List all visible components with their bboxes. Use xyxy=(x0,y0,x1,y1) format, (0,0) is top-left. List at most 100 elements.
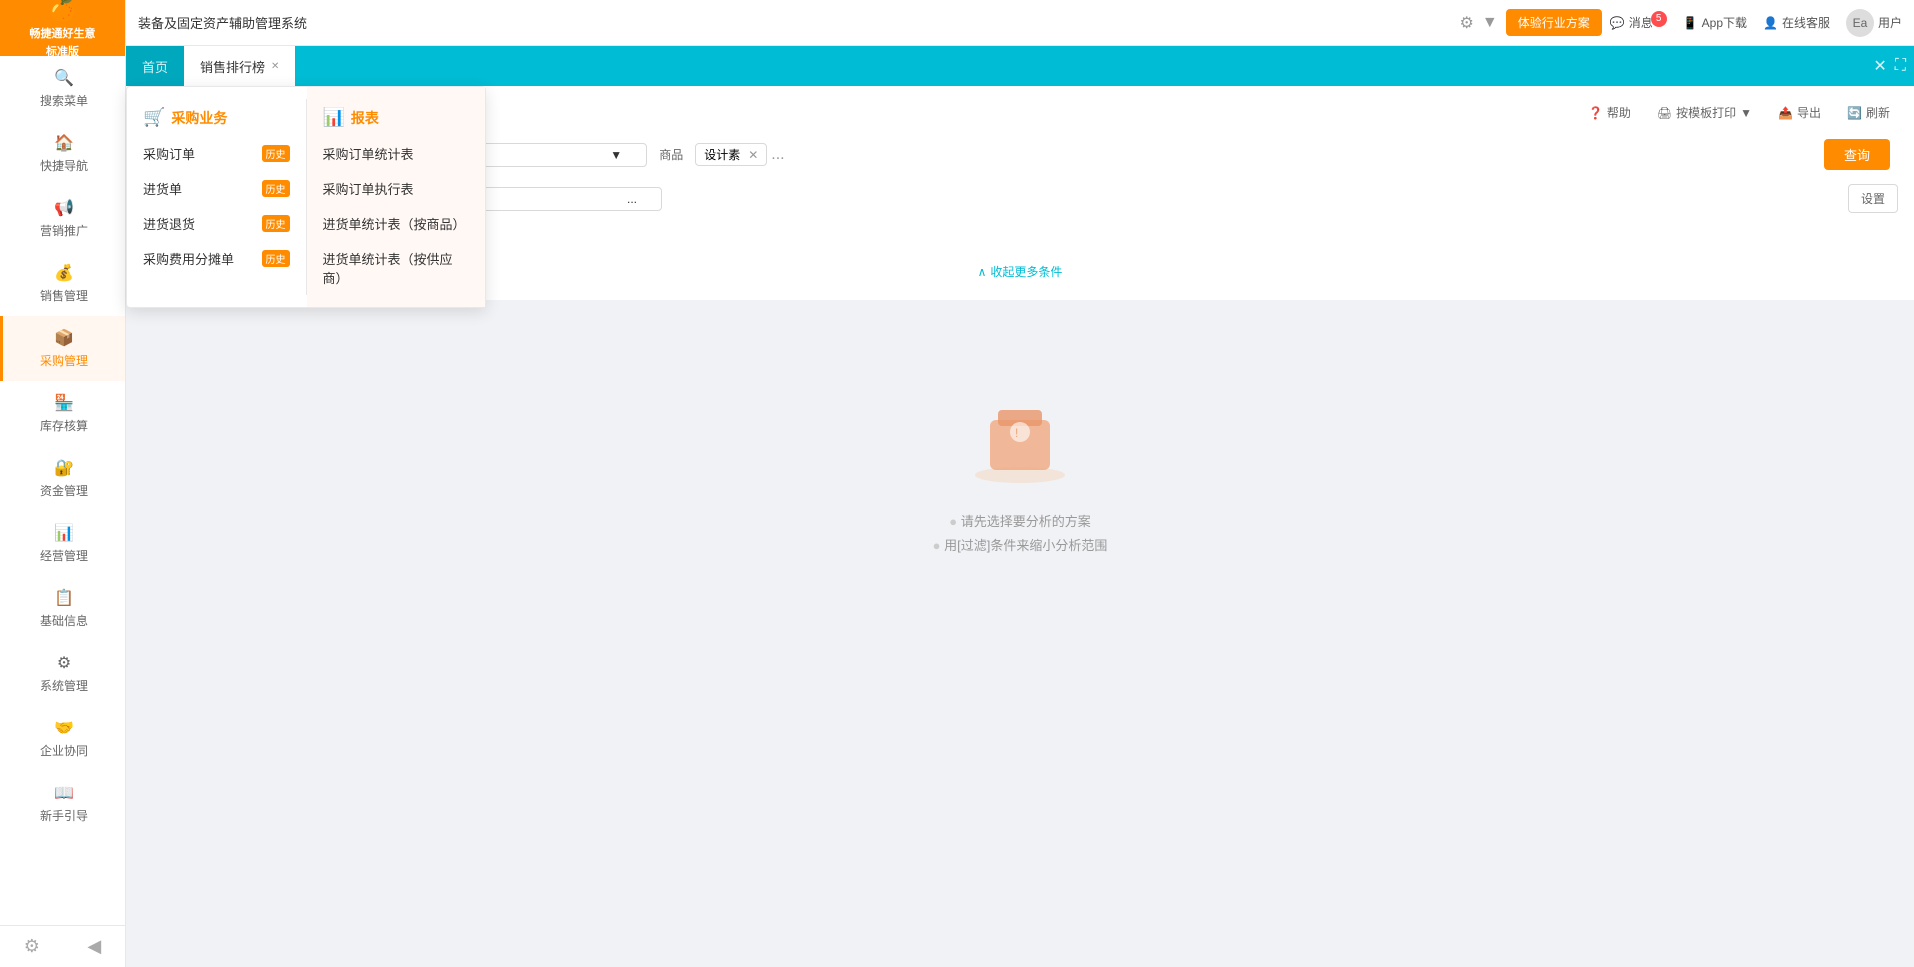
inbound-stats-goods-label: 进货单统计表（按商品） xyxy=(323,214,466,233)
help-icon: ❓ xyxy=(1588,106,1603,120)
dropdown-item-inbound-stats-supplier[interactable]: 进货单统计表（按供应商） xyxy=(307,241,486,295)
tab-close-all-icon[interactable]: ✕ xyxy=(1873,56,1886,76)
sidebar: 🍊 畅捷通好生意 标准版 🔍 搜索菜单 🏠 快捷导航 📢 营销推广 💰 销售管理… xyxy=(0,0,126,967)
sidebar-collapse-icon[interactable]: ◀ xyxy=(87,936,101,957)
sidebar-label-guide: 新手引导 xyxy=(40,807,88,824)
sidebar-icon-basic: 📋 xyxy=(54,588,74,608)
empty-icon-svg: ! xyxy=(960,390,1080,490)
dropdown-menu: 🛒 采购业务 采购订单 历史 进货单 历史 进货退货 历史 采购费用分摊单 历史… xyxy=(126,86,486,308)
dropdown-item-inbound[interactable]: 进货单 历史 xyxy=(127,171,306,206)
logo-text: 畅捷通好生意 xyxy=(30,25,96,41)
sidebar-item-inventory[interactable]: 🏪 库存核算 xyxy=(0,381,125,446)
header-gear-icon[interactable]: ⚙ xyxy=(1460,13,1474,33)
dropdown-item-inbound-stats-goods[interactable]: 进货单统计表（按商品） xyxy=(307,206,486,241)
print-dropdown-icon: ▼ xyxy=(1740,106,1752,120)
sidebar-item-marketing[interactable]: 📢 营销推广 xyxy=(0,186,125,251)
tab-home[interactable]: 首页 xyxy=(126,46,184,86)
document-status-dropdown-icon: ▼ xyxy=(610,148,622,162)
goods-more[interactable]: ... xyxy=(771,146,784,164)
tab-sales-rank[interactable]: 销售排行榜 ✕ xyxy=(184,46,295,86)
header-title: 装备及固定资产辅助管理系统 xyxy=(138,13,1452,32)
sidebar-item-guide[interactable]: 📖 新手引导 xyxy=(0,771,125,836)
tab-expand-icon[interactable]: ⛶ xyxy=(1895,57,1906,75)
sidebar-icon-quicknav: 🏠 xyxy=(54,133,74,153)
header: 装备及固定资产辅助管理系统 ⚙ ▼ 体验行业方案 💬 消息 5 📱 App下载 … xyxy=(126,0,1914,46)
refresh-label: 刷新 xyxy=(1866,104,1890,121)
dropdown-item-cost[interactable]: 采购费用分摊单 历史 xyxy=(127,241,306,276)
dropdown-item-order-exec[interactable]: 采购订单执行表 xyxy=(307,171,486,206)
empty-hint-1: ● 请先选择要分析的方案 xyxy=(933,510,1108,534)
query-button[interactable]: 查询 xyxy=(1824,139,1890,170)
sidebar-item-sales[interactable]: 💰 销售管理 xyxy=(0,251,125,316)
purchase-col-label: 采购业务 xyxy=(171,108,227,128)
dropdown-purchase-col: 🛒 采购业务 采购订单 历史 进货单 历史 进货退货 历史 采购费用分摊单 历史 xyxy=(127,87,306,307)
sidebar-label-inventory: 库存核算 xyxy=(40,417,88,434)
sidebar-label-purchase: 采购管理 xyxy=(40,352,88,369)
sidebar-icon-operations: 📊 xyxy=(54,523,74,543)
sidebar-menu: 🔍 搜索菜单 🏠 快捷导航 📢 营销推广 💰 销售管理 📦 采购管理 🏪 库存核… xyxy=(0,56,125,925)
goods-tag[interactable]: 设计素 ✕ xyxy=(695,143,767,166)
help-button[interactable]: ❓ 帮助 xyxy=(1580,100,1639,125)
inbound-label: 进货单 xyxy=(143,179,182,198)
sidebar-icon-sales: 💰 xyxy=(54,263,74,283)
inbound-history-badge: 历史 xyxy=(262,180,290,197)
logo-icon: 🍊 xyxy=(49,0,76,23)
dropdown-item-purchase-order[interactable]: 采购订单 历史 xyxy=(127,136,306,171)
sidebar-settings-icon[interactable]: ⚙ xyxy=(24,936,40,957)
refresh-icon: 🔄 xyxy=(1847,106,1862,120)
collapse-icon: ∧ xyxy=(978,265,987,279)
user-label: 用户 xyxy=(1878,14,1902,31)
export-label: 导出 xyxy=(1797,104,1821,121)
sidebar-icon-finance: 🔐 xyxy=(54,458,74,478)
header-right: 💬 消息 5 📱 App下载 👤 在线客服 Ea 用户 xyxy=(1610,9,1902,37)
dropdown-item-return[interactable]: 进货退货 历史 xyxy=(127,206,306,241)
goods-tag-close-icon[interactable]: ✕ xyxy=(748,148,758,162)
sidebar-label-basic: 基础信息 xyxy=(40,612,88,629)
sidebar-item-search[interactable]: 🔍 搜索菜单 xyxy=(0,56,125,121)
dropdown-report-col: 📊 报表 采购订单统计表 采购订单执行表 进货单统计表（按商品） 进货单统计表（… xyxy=(307,87,486,307)
sidebar-item-basic[interactable]: 📋 基础信息 xyxy=(0,576,125,641)
export-button[interactable]: 📤 导出 xyxy=(1770,100,1829,125)
user-item[interactable]: Ea 用户 xyxy=(1846,9,1902,37)
query-actions: 查询 xyxy=(1816,135,1898,174)
tab-close-icon[interactable]: ✕ xyxy=(271,61,279,72)
dropdown-report-header: 📊 报表 xyxy=(307,99,486,136)
sidebar-item-purchase[interactable]: 📦 采购管理 xyxy=(0,316,125,381)
empty-hint: ● 请先选择要分析的方案 ● 用[过滤]条件来缩小分析范围 xyxy=(933,510,1108,558)
settings-button[interactable]: 设置 xyxy=(1848,184,1898,213)
salesperson-select[interactable]: ... xyxy=(462,187,662,211)
print-label: 按模板打印 xyxy=(1676,104,1736,121)
sidebar-footer: ⚙ ◀ xyxy=(0,925,125,967)
report-col-icon: 📊 xyxy=(323,107,345,128)
sidebar-label-system: 系统管理 xyxy=(40,677,88,694)
sidebar-item-system[interactable]: ⚙ 系统管理 xyxy=(0,641,125,706)
refresh-button[interactable]: 🔄 刷新 xyxy=(1839,100,1898,125)
sidebar-item-quicknav[interactable]: 🏠 快捷导航 xyxy=(0,121,125,186)
sidebar-icon-purchase: 📦 xyxy=(54,328,74,348)
online-service-item[interactable]: 👤 在线客服 xyxy=(1763,14,1830,31)
industry-button[interactable]: 体验行业方案 xyxy=(1506,9,1602,36)
sidebar-label-quicknav: 快捷导航 xyxy=(40,157,88,174)
print-icon: 🖨 xyxy=(1657,106,1672,120)
sidebar-item-cooperation[interactable]: 🤝 企业协同 xyxy=(0,706,125,771)
goods-label: 商品 xyxy=(659,146,683,163)
service-icon: 👤 xyxy=(1763,16,1778,30)
message-icon: 💬 xyxy=(1610,16,1625,30)
app-download-item[interactable]: 📱 App下载 xyxy=(1683,14,1747,31)
return-label: 进货退货 xyxy=(143,214,195,233)
sidebar-item-operations[interactable]: 📊 经营管理 xyxy=(0,511,125,576)
message-label: 消息 xyxy=(1629,14,1653,31)
order-stats-label: 采购订单统计表 xyxy=(323,144,414,163)
header-expand-icon[interactable]: ▼ xyxy=(1482,14,1498,32)
dropdown-purchase-header: 🛒 采购业务 xyxy=(127,99,306,136)
cost-history-badge: 历史 xyxy=(262,250,290,267)
phone-icon: 📱 xyxy=(1683,16,1698,30)
empty-state: ! ● 请先选择要分析的方案 ● 用[过滤]条件来缩小分析范围 xyxy=(126,300,1914,638)
collapse-label: 收起更多条件 xyxy=(990,263,1062,280)
purchase-order-label: 采购订单 xyxy=(143,144,195,163)
sidebar-icon-cooperation: 🤝 xyxy=(54,718,74,738)
dropdown-item-order-stats[interactable]: 采购订单统计表 xyxy=(307,136,486,171)
message-item[interactable]: 💬 消息 5 xyxy=(1610,14,1667,31)
print-button[interactable]: 🖨 按模板打印 ▼ xyxy=(1649,100,1760,125)
sidebar-item-finance[interactable]: 🔐 资金管理 xyxy=(0,446,125,511)
